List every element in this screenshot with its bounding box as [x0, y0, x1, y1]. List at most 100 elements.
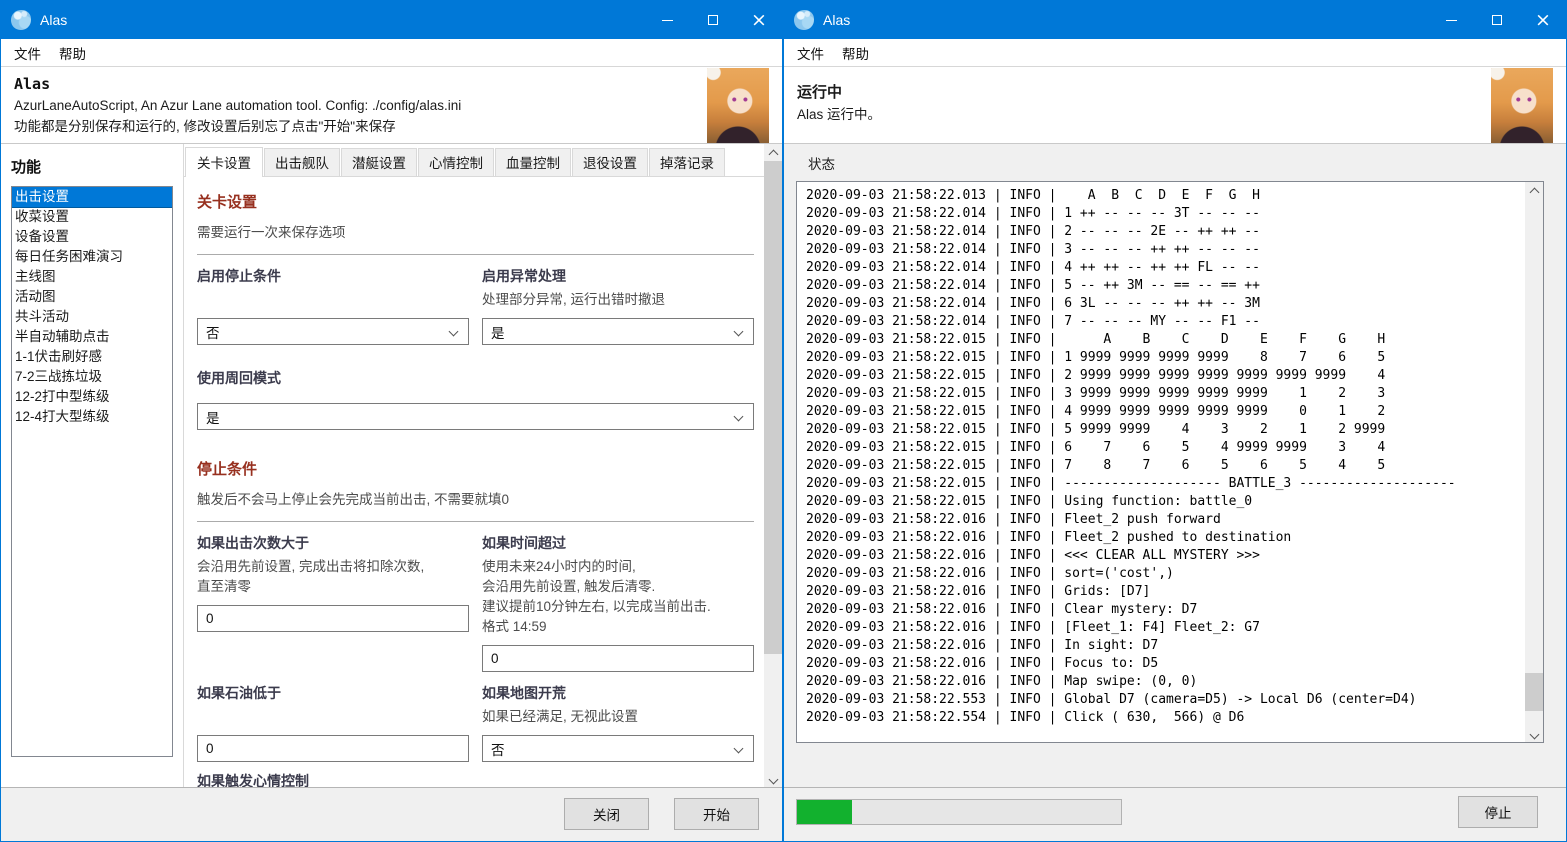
if-time-input[interactable]: [482, 645, 754, 672]
maximize-icon: [708, 15, 718, 25]
maximize-button[interactable]: [1474, 1, 1520, 39]
tab[interactable]: 心情控制: [418, 148, 494, 176]
log-line: 2020-09-03 21:58:22.015 | INFO | 6 7 6 5…: [806, 440, 1386, 455]
sidebar-item[interactable]: 主线图: [12, 267, 172, 287]
window-runner: Alas × 文件 帮助 运行中 Alas 运行中。 状态 2020-09-03 …: [783, 0, 1567, 842]
log-line: 2020-09-03 21:58:22.014 | INFO | 6 3L --…: [806, 296, 1260, 311]
menu-item[interactable]: 帮助: [50, 39, 95, 67]
tab[interactable]: 掉落记录: [649, 148, 725, 176]
log-line: 2020-09-03 21:58:22.016 | INFO | [Fleet_…: [806, 620, 1260, 635]
sidebar-item[interactable]: 7-2三战拣垃圾: [12, 367, 172, 387]
select-value: 是: [491, 325, 505, 341]
field-label: 如果触发心情控制: [197, 773, 309, 787]
field-if-oil: 如果石油低于: [197, 682, 469, 762]
sidebar-item[interactable]: 出击设置: [12, 187, 172, 208]
close-button[interactable]: ×: [1520, 1, 1566, 39]
sidebar-item[interactable]: 共斗活动: [12, 307, 172, 327]
tab[interactable]: 关卡设置: [185, 147, 263, 177]
log-output: 2020-09-03 21:58:22.013 | INFO | A B C D…: [797, 182, 1525, 742]
menubar: 文件 帮助: [784, 39, 1566, 67]
tab[interactable]: 血量控制: [495, 148, 571, 176]
scroll-thumb[interactable]: [764, 161, 782, 654]
sidebar-item[interactable]: 活动图: [12, 287, 172, 307]
scroll-down-button[interactable]: [1525, 725, 1543, 742]
character-avatar: [707, 68, 769, 143]
log-scrollbar[interactable]: [1525, 182, 1543, 742]
titlebar[interactable]: Alas ×: [1, 1, 782, 39]
sidebar: 功能 出击设置 收菜设置 设备设置 每日任务困难演习 主线图 活动图 共斗活动 半自动辅助点击…: [1, 144, 183, 787]
progress-bar: [796, 799, 1122, 825]
footer-bar: 关闭 开始: [1, 787, 782, 841]
close-button[interactable]: ×: [736, 1, 782, 39]
tab[interactable]: 出击舰队: [264, 148, 340, 176]
scroll-track[interactable]: [764, 161, 782, 770]
sidebar-item[interactable]: 每日任务困难演习: [12, 247, 172, 267]
tab[interactable]: 潜艇设置: [341, 148, 417, 176]
sidebar-item[interactable]: 12-2打中型练级: [12, 387, 172, 407]
sidebar-item[interactable]: 设备设置: [12, 227, 172, 247]
menu-item[interactable]: 帮助: [833, 39, 878, 67]
field-label: 使用周回模式: [197, 370, 281, 386]
chevron-up-icon: [1529, 187, 1539, 198]
field-enable-exception: 启用异常处理 处理部分异常, 运行出错时撤退 是: [482, 265, 754, 345]
app-hint: 功能都是分别保存和运行的, 修改设置后别忘了点击"开始"来保存: [14, 119, 396, 134]
minimize-icon: [661, 19, 673, 21]
log-line: 2020-09-03 21:58:22.016 | INFO | Fleet_2…: [806, 512, 1221, 527]
divider: [197, 254, 754, 255]
log-line: 2020-09-03 21:58:22.016 | INFO | Map swi…: [806, 674, 1198, 689]
menu-item[interactable]: 文件: [788, 39, 833, 67]
enable-exception-select[interactable]: 是: [482, 318, 754, 345]
close-config-button[interactable]: 关闭: [564, 798, 649, 830]
function-list[interactable]: 出击设置 收菜设置 设备设置 每日任务困难演习 主线图 活动图 共斗活动 半自动辅助点击 1-1…: [11, 186, 173, 757]
enable-stop-select[interactable]: 否: [197, 318, 469, 345]
start-button[interactable]: 开始: [674, 798, 759, 830]
titlebar[interactable]: Alas ×: [784, 1, 1566, 39]
chevron-down-icon: [733, 326, 744, 337]
sidebar-item[interactable]: 收菜设置: [12, 207, 172, 227]
log-line: 2020-09-03 21:58:22.016 | INFO | Fleet_2…: [806, 530, 1292, 545]
log-line: 2020-09-03 21:58:22.016 | INFO | sort=('…: [806, 566, 1174, 581]
scroll-thumb[interactable]: [1525, 673, 1543, 711]
maximize-button[interactable]: [690, 1, 736, 39]
chevron-down-icon: [448, 326, 459, 337]
app-title: Alas: [14, 75, 51, 93]
tab-bar: 关卡设置 出击舰队 潜艇设置 心情控制 血量控制 退役设置 掉落记录: [184, 144, 764, 177]
field-subtext: 使用未来24小时内的时间, 会沿用先前设置, 触发后清零. 建议提前10分钟左右…: [482, 559, 711, 634]
footer-bar: 停止: [784, 787, 1566, 841]
log-line: 2020-09-03 21:58:22.554 | INFO | Click (…: [806, 710, 1245, 725]
minimize-icon: [1445, 19, 1457, 21]
log-line: 2020-09-03 21:58:22.015 | INFO | A B C D…: [806, 332, 1386, 347]
minimize-button[interactable]: [644, 1, 690, 39]
if-count-input[interactable]: [197, 605, 469, 632]
if-map-select[interactable]: 否: [482, 735, 754, 762]
log-line: 2020-09-03 21:58:22.014 | INFO | 1 ++ --…: [806, 206, 1260, 221]
log-line: 2020-09-03 21:58:22.014 | INFO | 3 -- --…: [806, 242, 1260, 257]
if-oil-input[interactable]: [197, 735, 469, 762]
loop-mode-select[interactable]: 是: [197, 403, 754, 430]
scroll-up-button[interactable]: [1525, 182, 1543, 199]
window-title: Alas: [823, 12, 851, 28]
scroll-track[interactable]: [1525, 199, 1543, 725]
scroll-up-button[interactable]: [764, 144, 782, 161]
log-line: 2020-09-03 21:58:22.015 | INFO | Using f…: [806, 494, 1253, 509]
sidebar-item[interactable]: 12-4打大型练级: [12, 407, 172, 427]
menu-item[interactable]: 文件: [5, 39, 50, 67]
minimize-button[interactable]: [1428, 1, 1474, 39]
field-if-time: 如果时间超过 使用未来24小时内的时间, 会沿用先前设置, 触发后清零. 建议提…: [482, 532, 754, 672]
select-value: 否: [491, 742, 505, 758]
stop-button[interactable]: 停止: [1458, 796, 1538, 828]
select-value: 是: [206, 410, 220, 426]
sidebar-item[interactable]: 半自动辅助点击: [12, 327, 172, 347]
field-label: 如果时间超过: [482, 535, 566, 551]
scroll-down-button[interactable]: [764, 770, 782, 787]
tab[interactable]: 退役设置: [572, 148, 648, 176]
section-subtitle: 触发后不会马上停止会先完成当前出击, 不需要就填0: [197, 492, 510, 507]
menubar: 文件 帮助: [1, 39, 782, 67]
settings-scrollbar[interactable]: [764, 144, 782, 787]
window-title: Alas: [40, 12, 68, 28]
log-line: 2020-09-03 21:58:22.016 | INFO | Clear m…: [806, 602, 1198, 617]
sidebar-item[interactable]: 1-1伏击刷好感: [12, 347, 172, 367]
chevron-down-icon: [1529, 729, 1539, 740]
field-if-count: 如果出击次数大于 会沿用先前设置, 完成出击将扣除次数, 直至清零: [197, 532, 469, 672]
log-panel: 2020-09-03 21:58:22.013 | INFO | A B C D…: [796, 181, 1544, 743]
